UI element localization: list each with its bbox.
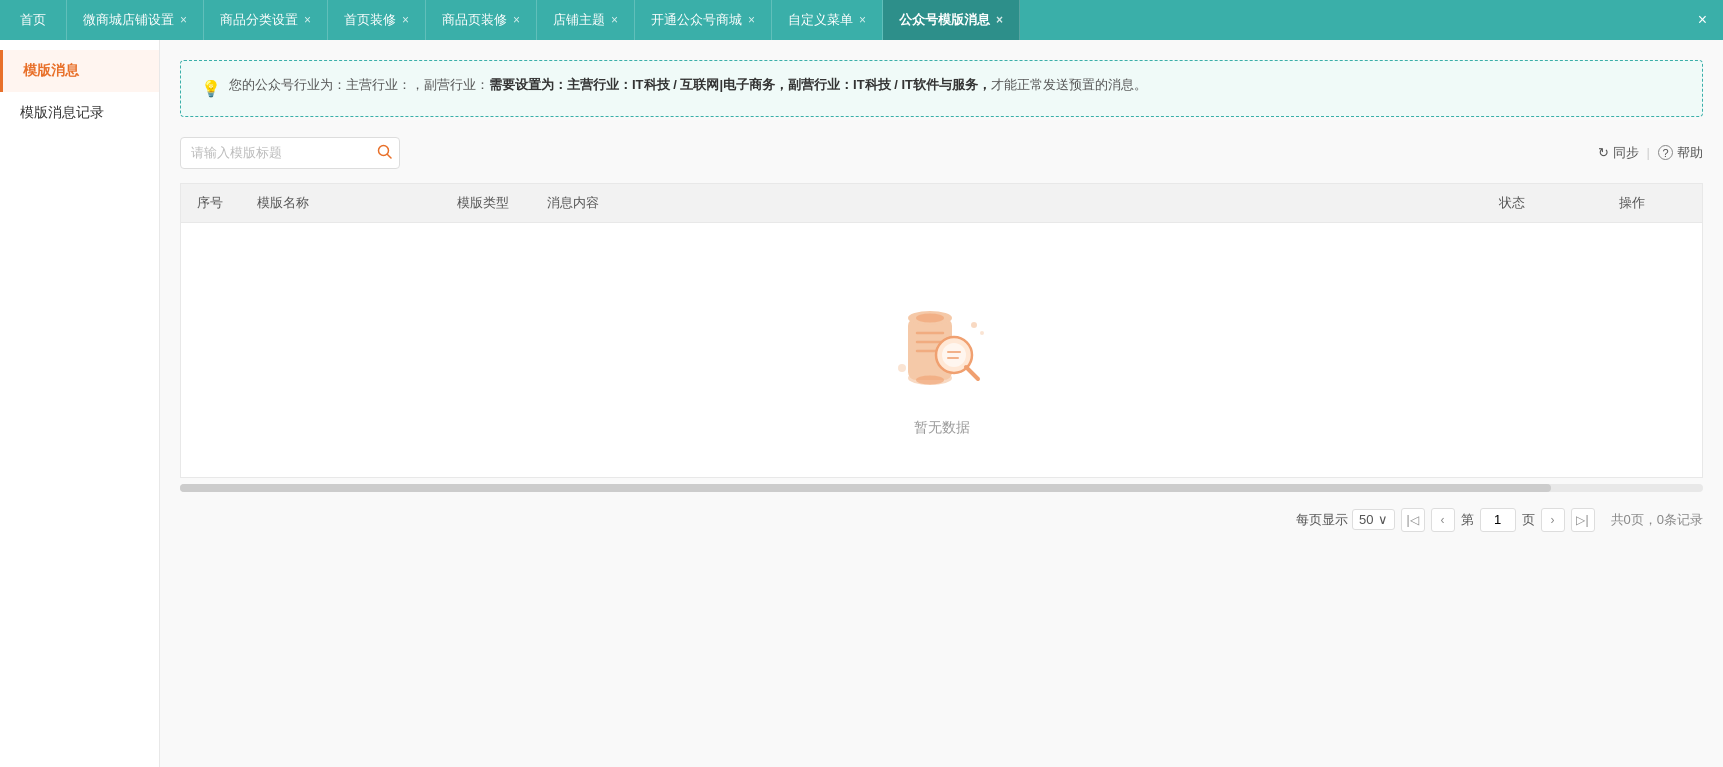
tab-custom-menu[interactable]: 自定义菜单 ×	[772, 0, 883, 40]
data-table: 序号 模版名称 模版类型 消息内容 状态 操作	[180, 183, 1703, 478]
help-label: 帮助	[1677, 144, 1703, 162]
info-banner-text: 您的公众号行业为：主营行业：，副营行业：需要设置为：主营行业：IT科技 / 互联…	[229, 75, 1147, 96]
sidebar-item-template-message[interactable]: 模版消息	[0, 50, 159, 92]
info-banner: 💡 您的公众号行业为：主营行业：，副营行业：需要设置为：主营行业：IT科技 / …	[180, 60, 1703, 117]
pagination: 每页显示 50 ∨ |◁ ‹ 第 页 › ▷| 共0页，0条记录	[180, 502, 1703, 538]
info-banner-prefix: 您的公众号行业为：主营行业：，副营行业：	[229, 77, 489, 92]
tab-open-mall[interactable]: 开通公众号商城 ×	[635, 0, 772, 40]
col-type: 模版类型	[441, 183, 531, 222]
tab-homepage-design[interactable]: 首页装修 ×	[328, 0, 426, 40]
page-size-chevron-icon: ∨	[1378, 512, 1388, 527]
tab-template-msg-close[interactable]: ×	[996, 13, 1003, 27]
tab-custom-menu-close[interactable]: ×	[859, 13, 866, 27]
tab-product-design-label: 商品页装修	[442, 11, 507, 29]
prev-page-button[interactable]: ‹	[1431, 508, 1455, 532]
tab-bar: 首页 微商城店铺设置 × 商品分类设置 × 首页装修 × 商品页装修 × 店铺主…	[0, 0, 1723, 40]
page-label-prefix: 第	[1461, 511, 1474, 529]
svg-line-12	[966, 367, 978, 379]
page-size-value: 50	[1359, 512, 1373, 527]
tab-category-settings-label: 商品分类设置	[220, 11, 298, 29]
svg-point-17	[898, 364, 906, 372]
tab-shop-settings-label: 微商城店铺设置	[83, 11, 174, 29]
prev-page-icon: ‹	[1441, 513, 1445, 527]
tab-home[interactable]: 首页	[0, 0, 67, 40]
tab-open-mall-label: 开通公众号商城	[651, 11, 742, 29]
svg-point-16	[980, 331, 984, 335]
first-page-button[interactable]: |◁	[1401, 508, 1425, 532]
tab-category-settings[interactable]: 商品分类设置 ×	[204, 0, 328, 40]
tab-template-msg[interactable]: 公众号模版消息 ×	[883, 0, 1020, 40]
layout: 模版消息 模版消息记录 💡 您的公众号行业为：主营行业：，副营行业：需要设置为：…	[0, 40, 1723, 767]
page-size-dropdown[interactable]: 50 ∨	[1352, 509, 1394, 530]
tab-shop-theme-close[interactable]: ×	[611, 13, 618, 27]
info-banner-highlight: 需要设置为：主营行业：IT科技 / 互联网|电子商务，副营行业：IT科技 / I…	[489, 77, 991, 92]
sidebar: 模版消息 模版消息记录	[0, 40, 160, 767]
sync-icon: ↻	[1598, 145, 1609, 160]
next-page-icon: ›	[1551, 513, 1555, 527]
col-status: 状态	[1483, 183, 1603, 222]
help-icon: ?	[1658, 145, 1673, 160]
sidebar-item-template-message-log[interactable]: 模版消息记录	[0, 92, 159, 134]
empty-state: 暂无数据	[181, 223, 1702, 477]
info-banner-suffix: 才能正常发送预置的消息。	[991, 77, 1147, 92]
search-input[interactable]	[180, 137, 400, 169]
total-info: 共0页，0条记录	[1611, 511, 1703, 529]
svg-line-1	[388, 154, 392, 158]
sync-button[interactable]: ↻ 同步	[1598, 144, 1639, 162]
help-button[interactable]: ? 帮助	[1658, 144, 1703, 162]
search-bar: ↻ 同步 | ? 帮助	[180, 137, 1703, 169]
svg-point-6	[916, 375, 944, 384]
scrollbar-thumb[interactable]	[180, 484, 1551, 492]
toolbar-right: ↻ 同步 | ? 帮助	[1598, 144, 1703, 162]
main-content: 💡 您的公众号行业为：主营行业：，副营行业：需要设置为：主营行业：IT科技 / …	[160, 40, 1723, 767]
tab-shop-settings[interactable]: 微商城店铺设置 ×	[67, 0, 204, 40]
scrollbar-track[interactable]	[180, 484, 1703, 492]
tab-homepage-design-close[interactable]: ×	[402, 13, 409, 27]
table-header-row: 序号 模版名称 模版类型 消息内容 状态 操作	[181, 183, 1703, 222]
col-action: 操作	[1603, 183, 1703, 222]
col-name: 模版名称	[241, 183, 441, 222]
search-input-wrap	[180, 137, 400, 169]
tab-custom-menu-label: 自定义菜单	[788, 11, 853, 29]
tab-category-settings-close[interactable]: ×	[304, 13, 311, 27]
next-page-button[interactable]: ›	[1541, 508, 1565, 532]
per-page-label: 每页显示	[1296, 511, 1348, 529]
tab-home-label: 首页	[20, 11, 46, 29]
svg-point-15	[971, 322, 977, 328]
svg-point-5	[916, 313, 944, 322]
tab-product-design[interactable]: 商品页装修 ×	[426, 0, 537, 40]
tab-open-mall-close[interactable]: ×	[748, 13, 755, 27]
col-content: 消息内容	[531, 183, 1483, 222]
tab-template-msg-label: 公众号模版消息	[899, 11, 990, 29]
global-close-button[interactable]: ×	[1682, 0, 1723, 40]
page-label-suffix: 页	[1522, 511, 1535, 529]
first-page-icon: |◁	[1406, 513, 1418, 527]
page-number-input[interactable]	[1480, 508, 1516, 532]
col-index: 序号	[181, 183, 241, 222]
tab-shop-settings-close[interactable]: ×	[180, 13, 187, 27]
search-button[interactable]	[377, 144, 392, 162]
tab-product-design-close[interactable]: ×	[513, 13, 520, 27]
page-size-select: 每页显示 50 ∨	[1296, 509, 1394, 530]
bulb-icon: 💡	[201, 76, 221, 102]
tab-homepage-design-label: 首页装修	[344, 11, 396, 29]
tab-shop-theme[interactable]: 店铺主题 ×	[537, 0, 635, 40]
svg-point-11	[942, 343, 966, 367]
empty-state-text: 暂无数据	[914, 419, 970, 437]
empty-state-row: 暂无数据	[181, 222, 1703, 477]
last-page-icon: ▷|	[1576, 513, 1588, 527]
sync-label: 同步	[1613, 144, 1639, 162]
toolbar-divider: |	[1647, 145, 1650, 160]
tab-shop-theme-label: 店铺主题	[553, 11, 605, 29]
last-page-button[interactable]: ▷|	[1571, 508, 1595, 532]
empty-state-icon	[882, 283, 1002, 403]
